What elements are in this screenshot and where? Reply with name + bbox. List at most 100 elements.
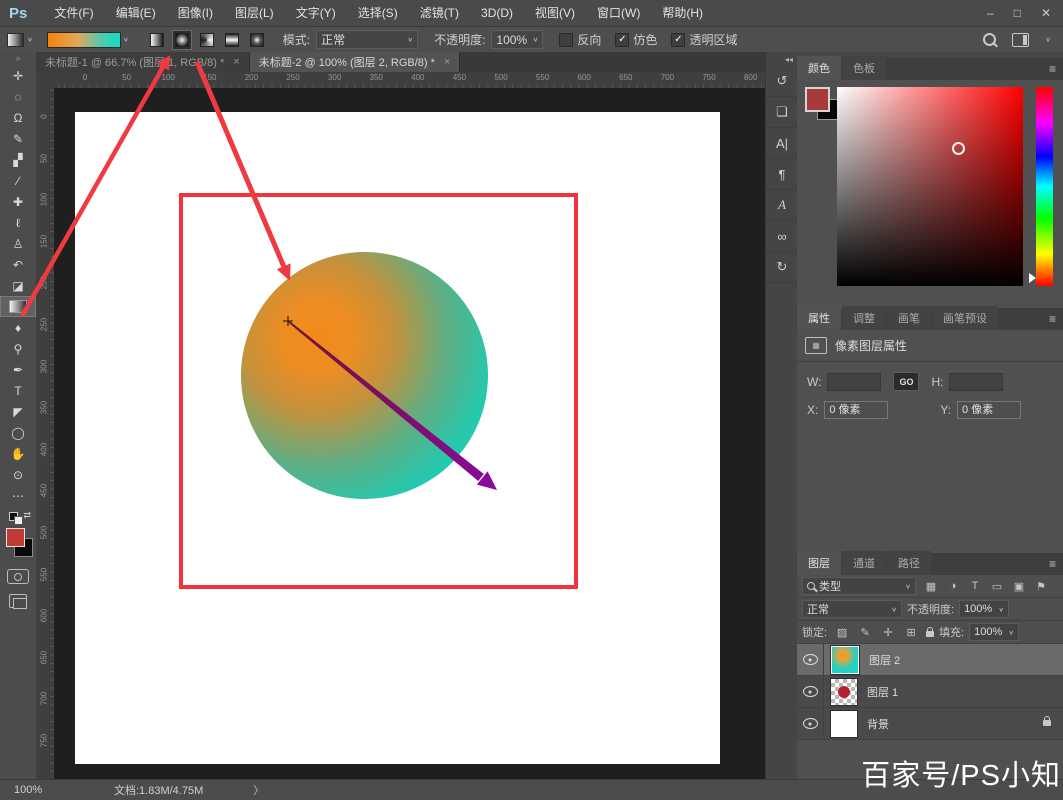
layer-row[interactable]: 图层 1 xyxy=(797,676,1063,708)
marquee-tool[interactable]: ◌ xyxy=(0,86,36,107)
width-field[interactable] xyxy=(827,373,881,391)
filter-pin-icon[interactable]: ⚑ xyxy=(1031,578,1051,594)
lock-all-icon[interactable] xyxy=(926,631,934,637)
layer-fill-select[interactable]: 100% ∨ xyxy=(969,623,1019,641)
history-panel-icon[interactable]: ↺ xyxy=(766,66,798,97)
more-tools[interactable]: ⋯ xyxy=(0,485,36,506)
menu-item[interactable]: 窗口(W) xyxy=(586,0,651,26)
quick-selection-tool[interactable]: ✎ xyxy=(0,128,36,149)
checkbox-icon[interactable]: ✓ xyxy=(671,33,685,47)
tab-颜色[interactable]: 颜色 xyxy=(797,56,841,80)
menu-item[interactable]: 编辑(E) xyxy=(105,0,167,26)
eye-icon[interactable] xyxy=(803,718,818,729)
lock-transparent-pixels-icon[interactable]: ▨ xyxy=(832,624,852,640)
radial-gradient-button[interactable] xyxy=(172,30,192,50)
menu-item[interactable]: 视图(V) xyxy=(524,0,586,26)
layer-opacity-select[interactable]: 100% ∨ xyxy=(959,600,1009,618)
move-tool[interactable]: ✛ xyxy=(0,65,36,86)
layer-row[interactable]: 背景 xyxy=(797,708,1063,740)
dock-collapse-icon[interactable]: ◂◂ xyxy=(766,52,798,66)
foreground-background-swatches[interactable] xyxy=(805,87,839,121)
workspace-switcher-icon[interactable] xyxy=(1012,33,1029,47)
sync-panel-icon[interactable]: ↻ xyxy=(766,252,798,283)
panel-menu-icon[interactable]: ≡ xyxy=(1049,62,1056,76)
type-tool[interactable]: T xyxy=(0,380,36,401)
document-canvas[interactable] xyxy=(75,112,720,764)
glyphs-panel-icon[interactable]: A xyxy=(766,190,798,221)
tab-色板[interactable]: 色板 xyxy=(842,56,886,80)
close-icon[interactable]: × xyxy=(233,56,239,68)
lasso-tool[interactable]: Ω xyxy=(0,107,36,128)
menu-item[interactable]: 选择(S) xyxy=(347,0,409,26)
color-picker-marker[interactable] xyxy=(952,142,965,155)
opacity-select[interactable]: 100% ∨ xyxy=(491,30,543,49)
close-icon[interactable]: × xyxy=(444,56,450,68)
menu-item[interactable]: 滤镜(T) xyxy=(409,0,470,26)
eye-icon[interactable] xyxy=(803,654,818,665)
close-button[interactable]: ✕ xyxy=(1041,0,1051,26)
quick-mask-button[interactable] xyxy=(7,569,29,584)
angle-gradient-button[interactable] xyxy=(197,30,217,50)
screen-mode-button[interactable] xyxy=(9,594,27,608)
visibility-cell[interactable] xyxy=(797,676,824,707)
minimize-button[interactable]: – xyxy=(987,0,994,26)
history-brush-tool[interactable]: ↶ xyxy=(0,254,36,275)
saturation-brightness-field[interactable] xyxy=(837,87,1023,286)
default-swap-colors[interactable]: ⇄ xyxy=(0,510,36,524)
layer-thumbnail[interactable] xyxy=(831,679,857,705)
layer-thumbnail[interactable] xyxy=(831,711,857,737)
eye-icon[interactable] xyxy=(803,686,818,697)
lock-image-pixels-icon[interactable]: ✎ xyxy=(855,624,875,640)
dodge-tool[interactable]: ⚲ xyxy=(0,338,36,359)
libraries-panel-icon[interactable]: ❏ xyxy=(766,97,798,128)
blur-tool[interactable]: ♦ xyxy=(0,317,36,338)
tool-preset-picker[interactable]: ∨ xyxy=(7,33,33,47)
tab-调整[interactable]: 调整 xyxy=(842,306,886,330)
reflected-gradient-button[interactable] xyxy=(222,30,242,50)
filter-smart-objects-icon[interactable]: ▣ xyxy=(1009,578,1029,594)
toolbar-collapse-icon[interactable]: » xyxy=(0,52,36,65)
menu-item[interactable]: 图像(I) xyxy=(167,0,224,26)
hand-tool[interactable]: ✋ xyxy=(0,443,36,464)
blend-mode-select[interactable]: 正常 ∨ xyxy=(316,30,418,49)
lock-artboard-icon[interactable]: ⊞ xyxy=(901,624,921,640)
link-dimensions-button[interactable]: GO xyxy=(893,372,919,391)
panel-menu-icon[interactable]: ≡ xyxy=(1049,557,1056,571)
diamond-gradient-button[interactable] xyxy=(247,30,267,50)
search-icon[interactable] xyxy=(983,33,996,46)
foreground-color-swatch[interactable] xyxy=(6,528,25,547)
layer-thumbnail[interactable] xyxy=(831,646,859,674)
panel-menu-icon[interactable]: ≡ xyxy=(1049,312,1056,326)
filter-shape-layers-icon[interactable]: ▭ xyxy=(987,578,1007,594)
character-panel-icon[interactable]: A| xyxy=(766,128,798,159)
document-tab[interactable]: 未标题-1 @ 66.7% (图层 1, RGB/8) *× xyxy=(36,52,250,72)
default-colors-icon[interactable] xyxy=(14,516,23,525)
filter-pixel-layers-icon[interactable]: ▦ xyxy=(921,578,941,594)
layer-blend-mode-select[interactable]: 正常 ∨ xyxy=(802,600,902,618)
tab-通道[interactable]: 通道 xyxy=(842,551,886,575)
layer-filter-select[interactable]: 类型 ∨ xyxy=(802,577,916,595)
tab-路径[interactable]: 路径 xyxy=(887,551,931,575)
lock-position-icon[interactable]: ✛ xyxy=(878,624,898,640)
menu-item[interactable]: 文件(F) xyxy=(43,0,104,26)
brush-tool[interactable]: ℓ xyxy=(0,212,36,233)
linear-gradient-button[interactable] xyxy=(147,30,167,50)
gradient-tool[interactable] xyxy=(0,296,36,317)
maximize-button[interactable]: □ xyxy=(1014,0,1021,26)
crop-tool[interactable]: ▞ xyxy=(0,149,36,170)
eyedropper-tool[interactable]: ∕ xyxy=(0,170,36,191)
hue-slider-strip[interactable] xyxy=(1036,87,1053,286)
gradient-preview[interactable] xyxy=(47,32,121,48)
share-panel-icon[interactable]: ∞ xyxy=(766,221,798,252)
menu-item[interactable]: 文字(Y) xyxy=(285,0,347,26)
tab-画笔[interactable]: 画笔 xyxy=(887,306,931,330)
eraser-tool[interactable]: ◪ xyxy=(0,275,36,296)
checkbox-icon[interactable] xyxy=(559,33,573,47)
foreground-swatch[interactable] xyxy=(805,87,830,112)
tab-画笔预设[interactable]: 画笔预设 xyxy=(932,306,998,330)
zoom-level-field[interactable]: 100% xyxy=(14,784,74,796)
zoom-tool[interactable]: ⊙ xyxy=(0,464,36,485)
layer-row[interactable]: 图层 2 xyxy=(797,644,1063,676)
filter-type-layers-icon[interactable]: T xyxy=(965,578,985,594)
ellipse-tool[interactable]: ◯ xyxy=(0,422,36,443)
